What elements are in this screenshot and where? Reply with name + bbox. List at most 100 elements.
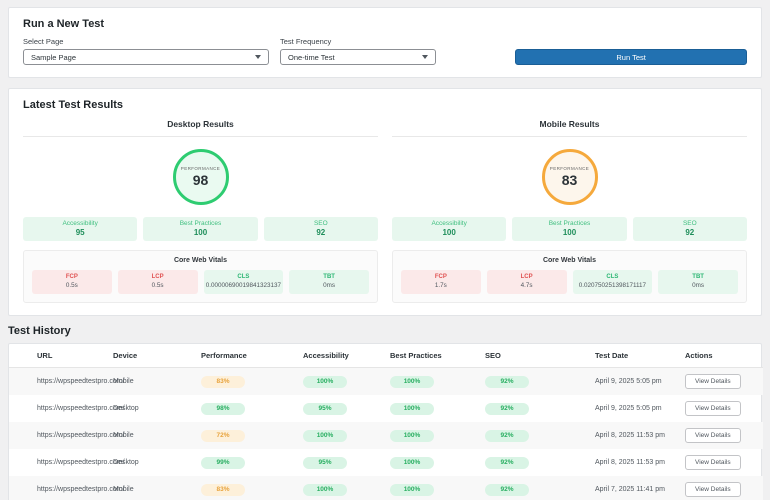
view-details-button[interactable]: View Details [685, 401, 741, 416]
vital-label: CLS [237, 274, 250, 280]
cell-device: Mobile [113, 432, 134, 439]
view-details-button[interactable]: View Details [685, 482, 741, 497]
best-practices-badge: 100% [390, 483, 434, 496]
seo-badge: 92% [485, 375, 529, 388]
performance-gauge-label: PERFORMANCE [549, 166, 590, 171]
mobile-cls-card: CLS 0.020750251398171117 [572, 270, 653, 294]
cell-test-date: April 8, 2025 11:53 pm [595, 459, 665, 466]
table-row: https://wpspeedtestpro.com/ Desktop 98% … [9, 395, 763, 422]
test-frequency-dropdown[interactable]: One-time Test [280, 49, 436, 65]
view-details-button[interactable]: View Details [685, 428, 741, 443]
metric-value: 95 [75, 228, 85, 237]
vital-value: 0.00000690019841323137 [205, 282, 282, 289]
column-header-accessibility: Accessibility [299, 344, 386, 368]
run-test-form: Select Page Sample Page Test Frequency O… [23, 37, 747, 65]
cell-device: Desktop [113, 459, 139, 466]
cell-url: https://wpspeedtestpro.com/ [37, 378, 125, 385]
column-header-url: URL [9, 344, 109, 368]
metric-value: 100 [562, 228, 577, 237]
mobile-performance-score: 83 [561, 172, 578, 188]
test-history-table: URL Device Performance Accessibility Bes… [9, 344, 763, 500]
mobile-seo-card: SEO 92 [632, 217, 747, 241]
metric-label: Best Practices [179, 220, 222, 227]
vital-label: FCP [65, 274, 78, 280]
desktop-performance-gauge: PERFORMANCE 98 [172, 149, 229, 205]
vital-value: 0ms [692, 282, 705, 289]
vital-label: TBT [323, 274, 335, 280]
desktop-lcp-card: LCP 0.5s [117, 270, 198, 294]
mobile-accessibility-card: Accessibility 100 [392, 217, 507, 241]
latest-results-title: Latest Test Results [23, 99, 124, 111]
results-grid: Desktop Results PERFORMANCE 98 Accessibi… [23, 119, 747, 303]
vital-label: LCP [151, 274, 164, 280]
metric-label: Accessibility [431, 220, 467, 227]
metric-label: Accessibility [62, 220, 98, 227]
table-row: https://wpspeedtestpro.com/ Desktop 99% … [9, 449, 763, 476]
vital-value: 0ms [323, 282, 336, 289]
cell-test-date: April 9, 2025 5:05 pm [595, 405, 662, 412]
metric-value: 100 [442, 228, 456, 237]
vital-value: 0.020750251398171117 [578, 282, 647, 289]
seo-badge: 92% [485, 402, 529, 415]
accessibility-badge: 100% [303, 429, 347, 442]
test-frequency-field: Test Frequency One-time Test [280, 37, 436, 65]
mobile-best-practices-card: Best Practices 100 [512, 217, 627, 241]
run-new-test-title: Run a New Test [23, 18, 105, 30]
test-frequency-value: One-time Test [288, 52, 335, 62]
mobile-tbt-card: TBT 0ms [658, 270, 738, 294]
metric-label: SEO [682, 220, 697, 227]
table-row: https://wpspeedtestpro.com/ Mobile 72% 1… [9, 422, 763, 449]
desktop-metric-cards: Accessibility 95 Best Practices 100 SEO … [23, 217, 378, 241]
view-details-button[interactable]: View Details [685, 455, 741, 470]
select-page-value: Sample Page [31, 52, 77, 62]
run-test-button[interactable]: Run Test [515, 49, 747, 65]
cell-url: https://wpspeedtestpro.com/ [37, 459, 125, 466]
cell-url: https://wpspeedtestpro.com/ [37, 405, 125, 412]
performance-badge: 83% [201, 375, 245, 388]
column-header-performance: Performance [197, 344, 299, 368]
vital-label: FCP [434, 274, 447, 280]
select-page-dropdown[interactable]: Sample Page [23, 49, 270, 65]
vital-label: LCP [520, 274, 533, 280]
core-web-vitals-title: Core Web Vitals [173, 257, 228, 264]
cell-url: https://wpspeedtestpro.com/ [37, 486, 125, 493]
mobile-metric-cards: Accessibility 100 Best Practices 100 SEO… [392, 217, 747, 241]
desktop-best-practices-card: Best Practices 100 [143, 217, 258, 241]
desktop-results-title: Desktop Results [23, 119, 378, 137]
desktop-core-web-vitals: Core Web Vitals FCP 0.5s LCP 0.5s CLS 0. [23, 250, 378, 303]
run-new-test-section: Run a New Test Select Page Sample Page T… [8, 7, 762, 78]
performance-gauge-label: PERFORMANCE [180, 166, 221, 171]
metric-label: SEO [313, 220, 328, 227]
cell-device: Mobile [113, 378, 134, 385]
test-history-title: Test History [8, 325, 71, 337]
cell-test-date: April 9, 2025 5:05 pm [595, 378, 662, 385]
metric-value: 100 [193, 228, 208, 237]
chevron-down-icon [255, 55, 262, 59]
cell-url: https://wpspeedtestpro.com/ [37, 432, 125, 439]
column-header-test-date: Test Date [591, 344, 681, 368]
column-header-best-practices: Best Practices [386, 344, 481, 368]
cell-test-date: April 7, 2025 11:41 pm [595, 486, 665, 493]
desktop-tbt-card: TBT 0ms [289, 270, 369, 294]
desktop-accessibility-card: Accessibility 95 [23, 217, 138, 241]
desktop-cls-card: CLS 0.00000690019841323137 [203, 270, 284, 294]
mobile-results-column: Mobile Results PERFORMANCE 83 Accessibil… [392, 119, 747, 303]
column-header-seo: SEO [481, 344, 591, 368]
mobile-lcp-card: LCP 4.7s [486, 270, 567, 294]
column-header-device: Device [109, 344, 197, 368]
vital-value: 4.7s [520, 282, 533, 289]
desktop-performance-score: 98 [192, 172, 209, 188]
accessibility-badge: 95% [303, 456, 347, 469]
accessibility-badge: 100% [303, 375, 347, 388]
accessibility-badge: 100% [303, 483, 347, 496]
vital-value: 1.7s [434, 282, 447, 289]
desktop-vitals-row: FCP 0.5s LCP 0.5s CLS 0.0000069001984132… [32, 270, 369, 294]
view-details-button[interactable]: View Details [685, 374, 741, 389]
mobile-vitals-row: FCP 1.7s LCP 4.7s CLS 0.0207502513981711… [401, 270, 738, 294]
seo-badge: 92% [485, 483, 529, 496]
best-practices-badge: 100% [390, 375, 434, 388]
column-header-actions: Actions [681, 344, 763, 368]
mobile-results-title: Mobile Results [392, 119, 747, 137]
performance-badge: 99% [201, 456, 245, 469]
performance-badge: 83% [201, 483, 245, 496]
